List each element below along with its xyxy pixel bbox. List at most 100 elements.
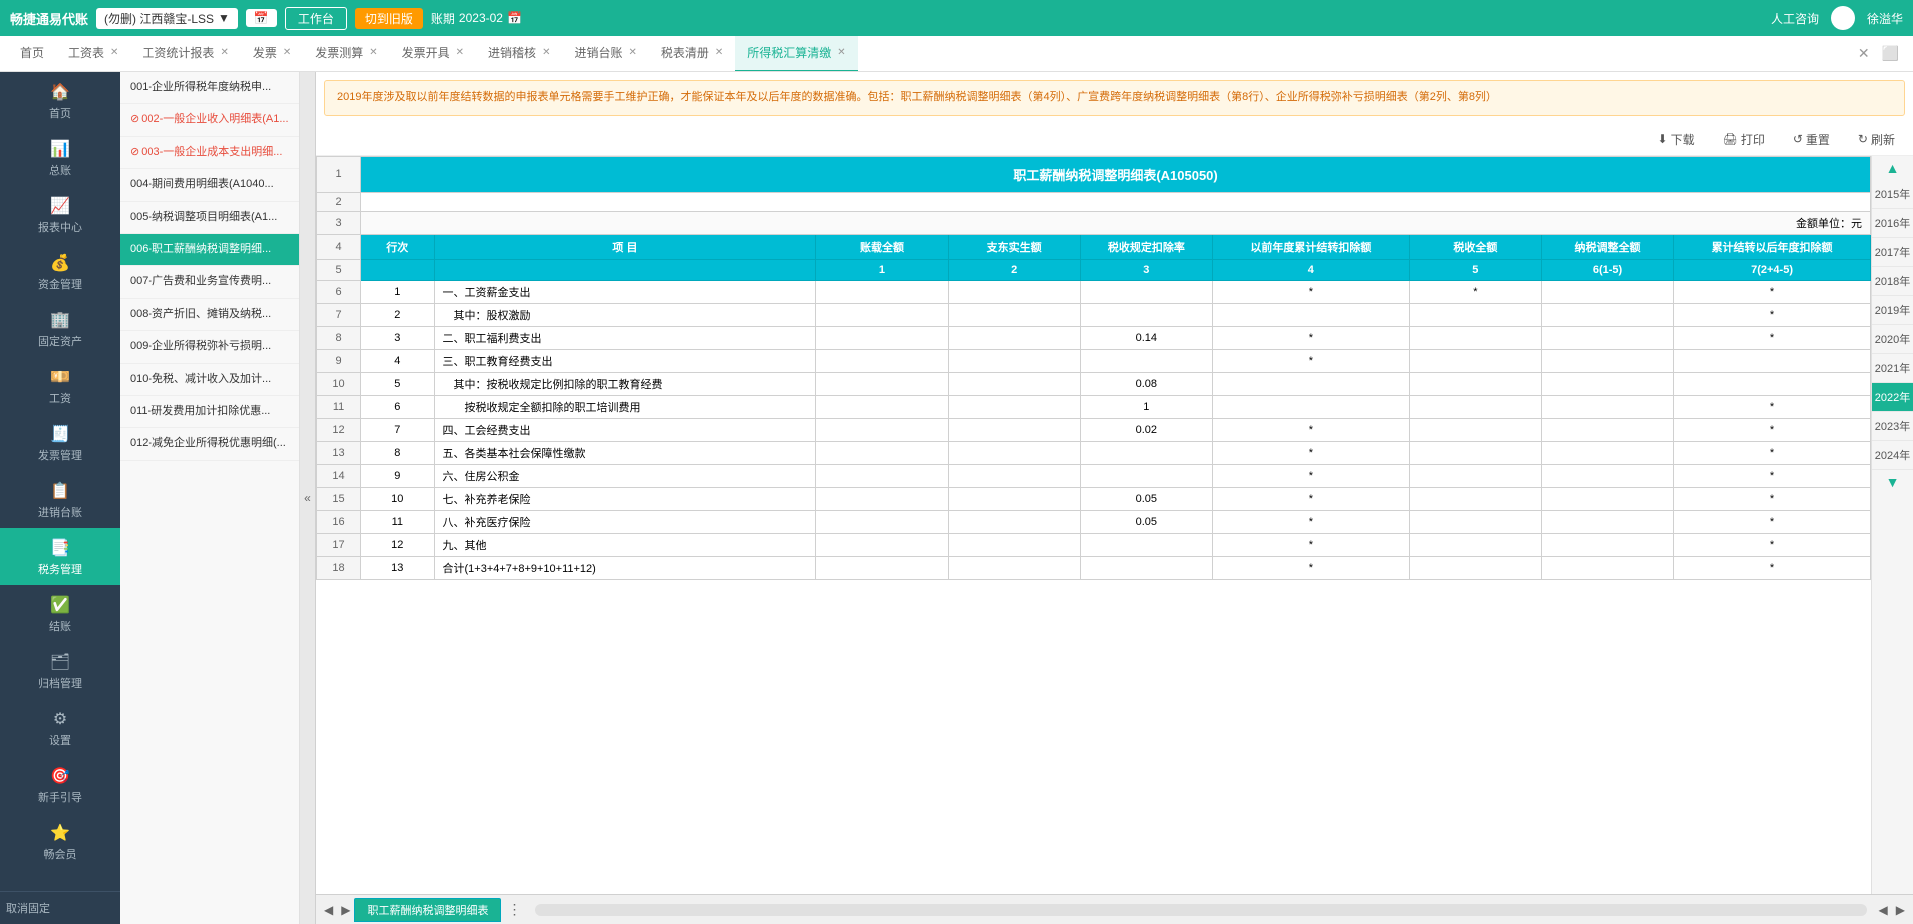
print-button[interactable]: 🖨 打印 [1717, 128, 1771, 151]
cell-num-11[interactable]: 12 [361, 533, 434, 556]
cell-f-11[interactable]: * [1212, 533, 1409, 556]
sidebar-item-invoice-mgmt[interactable]: 🧾 发票管理 [0, 414, 120, 471]
form-list-item-011[interactable]: 011-研发费用加计扣除优惠... [120, 396, 299, 428]
sidebar-item-funds[interactable]: 💰 资金管理 [0, 243, 120, 300]
cell-i-11[interactable]: * [1674, 533, 1871, 556]
cell-g-6[interactable] [1409, 418, 1541, 441]
cell-num-12[interactable]: 13 [361, 556, 434, 579]
cell-g-12[interactable] [1409, 556, 1541, 579]
cell-label-11[interactable]: 九、其他 [434, 533, 816, 556]
cell-c-2[interactable] [816, 326, 948, 349]
tab-close-invoice[interactable]: ✕ [283, 47, 291, 58]
cell-label-3[interactable]: 三、职工教育经费支出 [434, 349, 816, 372]
cell-e-0[interactable] [1080, 280, 1212, 303]
cell-e-3[interactable] [1080, 349, 1212, 372]
year-2020[interactable]: 2020年 [1872, 325, 1913, 354]
cell-label-12[interactable]: 合计(1+3+4+7+8+9+10+11+12) [434, 556, 816, 579]
cell-c-1[interactable] [816, 303, 948, 326]
tab-tax-table[interactable]: 税表清册 ✕ [649, 36, 735, 72]
cell-c-8[interactable] [816, 464, 948, 487]
cell-g-5[interactable] [1409, 395, 1541, 418]
cell-h-4[interactable] [1541, 372, 1673, 395]
tab-wages[interactable]: 工资表 ✕ [56, 36, 130, 72]
cell-e-9[interactable]: 0.05 [1080, 487, 1212, 510]
cell-label-6[interactable]: 四、工会经费支出 [434, 418, 816, 441]
year-2019[interactable]: 2019年 [1872, 296, 1913, 325]
cell-g-9[interactable] [1409, 487, 1541, 510]
form-list-item-005[interactable]: 005-纳税调整项目明细表(A1... [120, 202, 299, 234]
cell-i-5[interactable]: * [1674, 395, 1871, 418]
cell-label-0[interactable]: 一、工资薪金支出 [434, 280, 816, 303]
cell-h-0[interactable] [1541, 280, 1673, 303]
cell-g-10[interactable] [1409, 510, 1541, 533]
cell-num-9[interactable]: 10 [361, 487, 434, 510]
cell-num-4[interactable]: 5 [361, 372, 434, 395]
tab-close-invoice-open[interactable]: ✕ [456, 47, 464, 58]
year-2022[interactable]: 2022年 [1872, 383, 1913, 412]
cell-i-2[interactable]: * [1674, 326, 1871, 349]
cell-d-1[interactable] [948, 303, 1080, 326]
cell-d-10[interactable] [948, 510, 1080, 533]
workbench-button[interactable]: 工作台 [285, 7, 347, 30]
cell-i-10[interactable]: * [1674, 510, 1871, 533]
cell-h-12[interactable] [1541, 556, 1673, 579]
cell-i-12[interactable]: * [1674, 556, 1871, 579]
cell-label-9[interactable]: 七、补充养老保险 [434, 487, 816, 510]
form-list-item-004[interactable]: 004-期间费用明细表(A1040... [120, 169, 299, 201]
cell-label-5[interactable]: 按税收规定全额扣除的职工培训费用 [434, 395, 816, 418]
year-nav-up[interactable]: ▲ [1872, 156, 1913, 180]
cell-f-4[interactable] [1212, 372, 1409, 395]
cutold-button[interactable]: 切到旧版 [355, 8, 423, 29]
cell-g-4[interactable] [1409, 372, 1541, 395]
cell-num-10[interactable]: 11 [361, 510, 434, 533]
support-label[interactable]: 人工咨询 [1771, 10, 1819, 27]
refresh-button[interactable]: ↻ 刷新 [1852, 128, 1901, 151]
cell-h-6[interactable] [1541, 418, 1673, 441]
cell-c-11[interactable] [816, 533, 948, 556]
cell-f-6[interactable]: * [1212, 418, 1409, 441]
cell-f-7[interactable]: * [1212, 441, 1409, 464]
cell-c-10[interactable] [816, 510, 948, 533]
cell-d-9[interactable] [948, 487, 1080, 510]
cell-i-1[interactable]: * [1674, 303, 1871, 326]
cell-num-5[interactable]: 6 [361, 395, 434, 418]
cell-c-6[interactable] [816, 418, 948, 441]
cell-c-12[interactable] [816, 556, 948, 579]
cell-f-10[interactable]: * [1212, 510, 1409, 533]
year-2017[interactable]: 2017年 [1872, 238, 1913, 267]
bottom-scroll-left[interactable]: ◀ [1875, 903, 1892, 917]
cell-e-6[interactable]: 0.02 [1080, 418, 1212, 441]
sidebar-item-tax-mgmt[interactable]: 📑 税务管理 [0, 528, 120, 585]
cell-d-3[interactable] [948, 349, 1080, 372]
cell-h-5[interactable] [1541, 395, 1673, 418]
cell-i-6[interactable]: * [1674, 418, 1871, 441]
cell-f-12[interactable]: * [1212, 556, 1409, 579]
cell-d-7[interactable] [948, 441, 1080, 464]
cell-e-11[interactable] [1080, 533, 1212, 556]
bottom-sheet-tab[interactable]: 职工薪酬纳税调整明细表 [354, 898, 501, 922]
cell-f-3[interactable]: * [1212, 349, 1409, 372]
form-list-item-009[interactable]: 009-企业所得税弥补亏损明... [120, 331, 299, 363]
bottom-tab-prev[interactable]: ◀ [320, 903, 337, 917]
cell-e-2[interactable]: 0.14 [1080, 326, 1212, 349]
sidebar-item-home[interactable]: 🏠 首页 [0, 72, 120, 129]
cell-f-5[interactable] [1212, 395, 1409, 418]
cell-h-7[interactable] [1541, 441, 1673, 464]
cell-g-8[interactable] [1409, 464, 1541, 487]
cell-c-7[interactable] [816, 441, 948, 464]
cell-num-3[interactable]: 4 [361, 349, 434, 372]
bottom-scrollbar[interactable] [535, 904, 1866, 916]
cell-f-2[interactable]: * [1212, 326, 1409, 349]
year-2023[interactable]: 2023年 [1872, 412, 1913, 441]
cell-label-10[interactable]: 八、补充医疗保险 [434, 510, 816, 533]
cell-i-0[interactable]: * [1674, 280, 1871, 303]
year-2018[interactable]: 2018年 [1872, 267, 1913, 296]
cell-d-11[interactable] [948, 533, 1080, 556]
cell-i-3[interactable] [1674, 349, 1871, 372]
cell-label-8[interactable]: 六、住房公积金 [434, 464, 816, 487]
cell-h-8[interactable] [1541, 464, 1673, 487]
sidebar-item-vip[interactable]: ⭐ 畅会员 [0, 813, 120, 870]
cell-label-4[interactable]: 其中：按税收规定比例扣除的职工教育经费 [434, 372, 816, 395]
year-2024[interactable]: 2024年 [1872, 441, 1913, 470]
tab-invoice-calc[interactable]: 发票测算 ✕ [303, 36, 389, 72]
